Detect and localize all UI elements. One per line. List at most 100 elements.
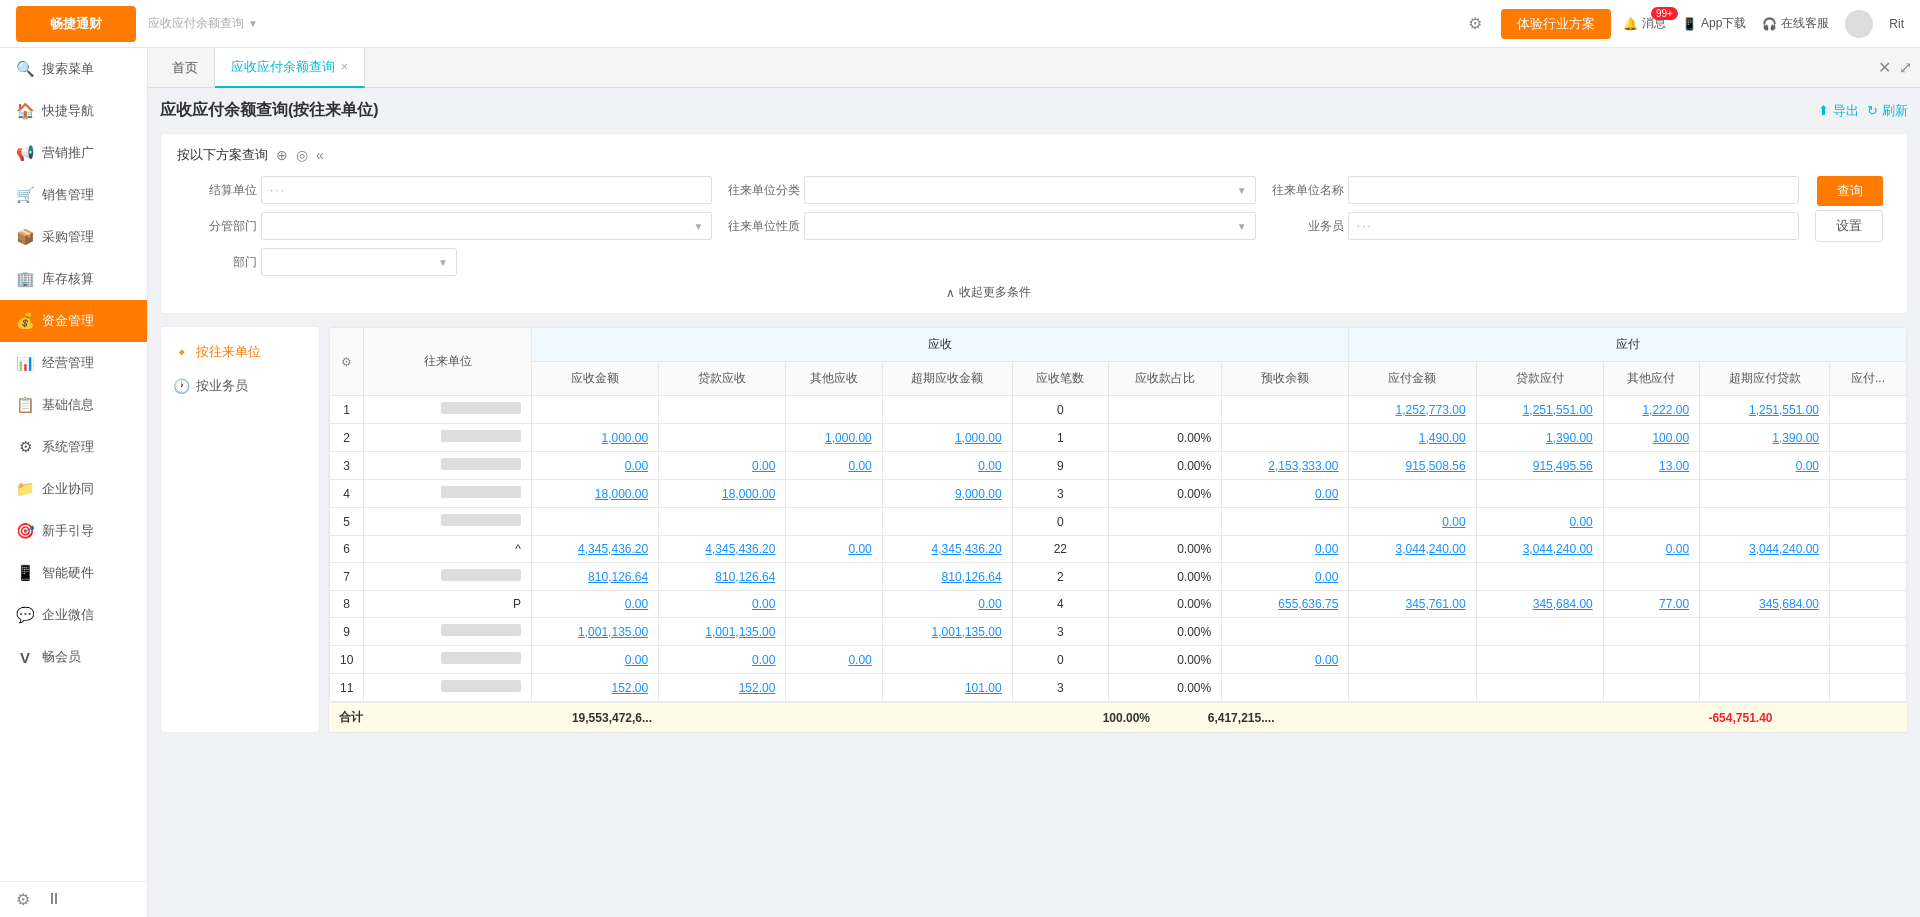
- sidebar-item-label: 搜索菜单: [42, 60, 94, 78]
- table-row: 30.000.000.000.0090.00%2,153,333.00915,5…: [330, 452, 1907, 480]
- sidebar-item-marketing[interactable]: 📢 营销推广: [0, 132, 147, 174]
- sidebar-item-system[interactable]: ⚙ 系统管理: [0, 426, 147, 468]
- th-yingshou-bishu: 应收笔数: [1012, 362, 1108, 396]
- app-download-btn[interactable]: 📱 App下载: [1682, 15, 1746, 32]
- operations-icon: 📊: [16, 354, 34, 372]
- table-settings-icon[interactable]: ⚙: [341, 355, 352, 369]
- home-icon: 🏠: [16, 102, 34, 120]
- close-window-icon[interactable]: ✕: [1878, 58, 1891, 77]
- sidebar-item-member[interactable]: V 畅会员: [0, 636, 147, 678]
- filter-item-yewuyuan[interactable]: 🕐 按业务员: [161, 369, 319, 403]
- sidebar-item-label: 企业协同: [42, 480, 94, 498]
- chevron-down-icon: ▼: [248, 18, 258, 29]
- th-daikuan-yingshou: 贷款应收: [659, 362, 786, 396]
- sidebar-item-basic[interactable]: 📋 基础信息: [0, 384, 147, 426]
- export-icon: ⬆: [1818, 103, 1829, 118]
- export-btn[interactable]: ⬆ 导出: [1818, 102, 1859, 120]
- footer-yingshou: 19,553,472,6...: [435, 711, 652, 725]
- input-jiesuan[interactable]: ···: [261, 176, 712, 204]
- collab-icon: 📁: [16, 480, 34, 498]
- footer-label: 合计: [339, 709, 419, 726]
- trial-btn[interactable]: 体验行业方案: [1501, 9, 1611, 39]
- input-fenleiming[interactable]: ▼: [804, 176, 1255, 204]
- sidebar-item-operations[interactable]: 📊 经营管理: [0, 342, 147, 384]
- sidebar-item-label: 营销推广: [42, 144, 94, 162]
- sidebar-item-purchase[interactable]: 📦 采购管理: [0, 216, 147, 258]
- field-label-jiesuan: 结算单位: [177, 182, 257, 199]
- collapse-footer-btn[interactable]: ⏸: [46, 890, 62, 909]
- message-btn[interactable]: 🔔 消息 99+: [1623, 15, 1666, 32]
- sidebar-item-label: 快捷导航: [42, 102, 94, 120]
- search-icon: 🔍: [16, 60, 34, 78]
- dropdown-arrow-icon3: ▼: [1237, 221, 1247, 232]
- query-btn[interactable]: 查询: [1817, 176, 1883, 206]
- field-label-fenguan: 分管部门: [177, 218, 257, 235]
- basic-icon: 📋: [16, 396, 34, 414]
- sidebar-item-collab[interactable]: 📁 企业协同: [0, 468, 147, 510]
- sidebar-item-label: 经营管理: [42, 354, 94, 372]
- message-badge: 99+: [1651, 7, 1678, 20]
- th-chaoqi-yingfu: 超期应付贷款: [1700, 362, 1830, 396]
- gear-icon[interactable]: ⚙: [1461, 10, 1489, 38]
- sidebar-item-inventory[interactable]: 🏢 库存核算: [0, 258, 147, 300]
- input-fenguan[interactable]: ▼: [261, 212, 712, 240]
- settings-btn[interactable]: 设置: [1815, 210, 1883, 242]
- system-icon: ⚙: [16, 438, 34, 456]
- input-wanglaiming[interactable]: [1348, 176, 1799, 204]
- sidebar-item-guide[interactable]: 🎯 新手引导: [0, 510, 147, 552]
- filter-label-wanglai: 按往来单位: [196, 343, 261, 361]
- data-table-wrapper: ⚙ 往来单位 应收 应付 应收金额 贷款应收 其他应收: [328, 326, 1908, 703]
- add-condition-btn[interactable]: ⊕: [276, 147, 288, 163]
- field-wanglaiming: 往来单位名称: [1264, 176, 1799, 204]
- target-icon[interactable]: ◎: [296, 147, 308, 163]
- sidebar-item-label: 销售管理: [42, 186, 94, 204]
- tab-bar: 首页 应收应付余额查询 × ✕ ⤢: [148, 48, 1920, 88]
- app-icon: 📱: [1682, 17, 1697, 31]
- app-logo: 畅捷通财: [16, 6, 136, 42]
- content-area: 🔸 按往来单位 🕐 按业务员: [160, 326, 1908, 733]
- refresh-btn[interactable]: ↻ 刷新: [1867, 102, 1908, 120]
- collapse-icon[interactable]: «: [316, 147, 324, 163]
- th-yingshou-group: 应收: [531, 328, 1348, 362]
- filter-item-wanglai[interactable]: 🔸 按往来单位: [161, 335, 319, 369]
- th-gear: ⚙: [330, 328, 364, 396]
- search-form: 结算单位 ··· 往来单位分类 ▼: [177, 176, 1891, 301]
- tab-home[interactable]: 首页: [156, 48, 215, 88]
- sidebar-item-finance[interactable]: 💰 资金管理: [0, 300, 147, 342]
- sidebar-item-nav[interactable]: 🏠 快捷导航: [0, 90, 147, 132]
- sidebar-item-label: 畅会员: [42, 648, 81, 666]
- sidebar-item-sales[interactable]: 🛒 销售管理: [0, 174, 147, 216]
- th-yingfu2: 应付...: [1830, 362, 1907, 396]
- collapse-btn[interactable]: ∧ 收起更多条件: [946, 284, 1031, 301]
- page-header: 应收应付余额查询(按往来单位) ⬆ 导出 ↻ 刷新: [160, 100, 1908, 121]
- page-title: 应收应付余额查询(按往来单位): [160, 100, 379, 121]
- sidebar-item-wechat[interactable]: 💬 企业微信: [0, 594, 147, 636]
- settings-footer-btn[interactable]: ⚙: [16, 890, 30, 909]
- online-service-btn[interactable]: 🎧 在线客服: [1762, 15, 1829, 32]
- input-yewuyuan[interactable]: ···: [1348, 212, 1799, 240]
- sidebar-item-search[interactable]: 🔍 搜索菜单: [0, 48, 147, 90]
- maximize-icon[interactable]: ⤢: [1899, 58, 1912, 77]
- sidebar-item-hardware[interactable]: 📱 智能硬件: [0, 552, 147, 594]
- field-label-bumen: 部门: [177, 254, 257, 271]
- data-table: ⚙ 往来单位 应收 应付 应收金额 贷款应收 其他应收: [329, 327, 1907, 702]
- sidebar-item-label: 基础信息: [42, 396, 94, 414]
- input-bumen[interactable]: ▼: [261, 248, 457, 276]
- table-row: 101,252,773.001,251,551.001,222.001,251,…: [330, 396, 1907, 424]
- field-fenleiming: 往来单位分类 ▼: [720, 176, 1255, 204]
- search-row-1: 结算单位 ··· 往来单位分类 ▼: [177, 176, 1799, 204]
- input-xingzhi[interactable]: ▼: [804, 212, 1255, 240]
- tab-close-icon[interactable]: ×: [341, 60, 348, 74]
- table-footer: 合计 19,553,472,6... 100.00% 6,417,215....…: [328, 703, 1908, 733]
- sidebar-item-label: 系统管理: [42, 438, 94, 456]
- tab-ar-query[interactable]: 应收应付余额查询 ×: [215, 48, 365, 88]
- th-daikuan-yingfu: 贷款应付: [1476, 362, 1603, 396]
- top-bar-right: 🔔 消息 99+ 📱 App下载 🎧 在线客服 Rit: [1623, 10, 1904, 38]
- th-chaoqi-yingshou: 超期应收金额: [882, 362, 1012, 396]
- avatar[interactable]: [1845, 10, 1873, 38]
- field-label-xingzhi: 往来单位性质: [720, 218, 800, 235]
- filter-icon-wanglai: 🔸: [173, 344, 190, 360]
- field-label-yewuyuan: 业务员: [1264, 218, 1344, 235]
- table-row: 91,001,135.001,001,135.001,001,135.0030.…: [330, 618, 1907, 646]
- filter-panel: 🔸 按往来单位 🕐 按业务员: [160, 326, 320, 733]
